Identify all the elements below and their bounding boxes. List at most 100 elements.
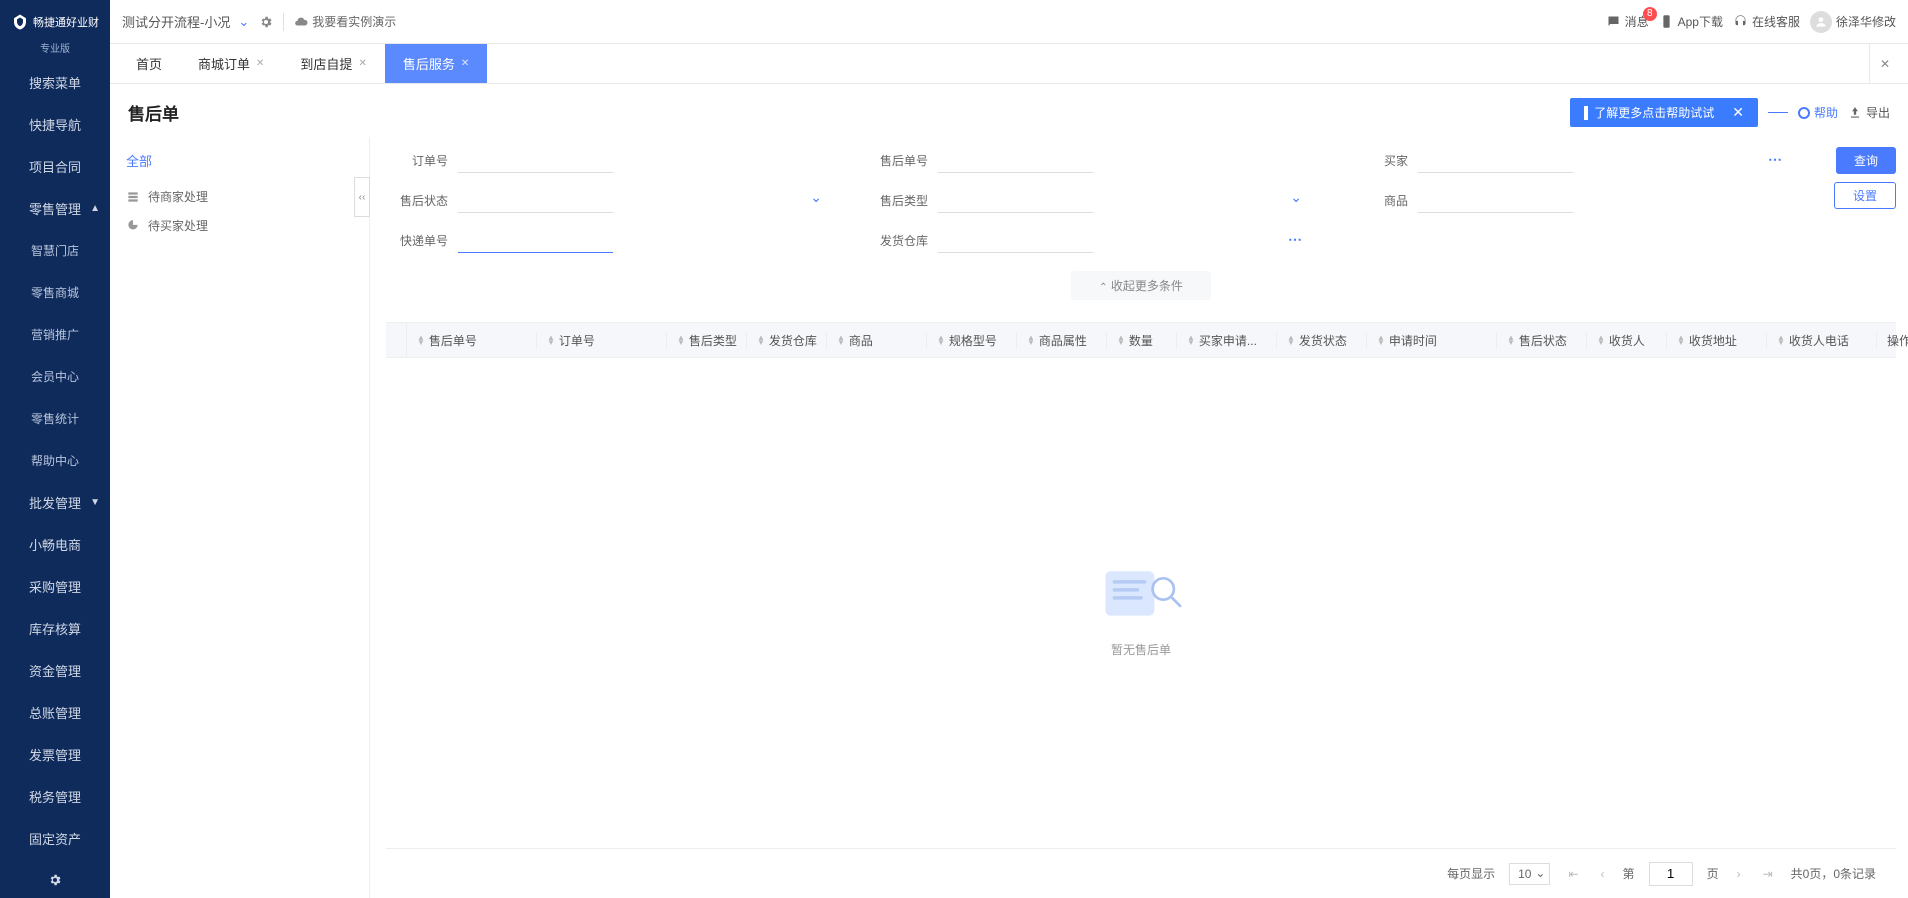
page-size-select[interactable]: 10 xyxy=(1509,863,1550,885)
sidebar-item-14[interactable]: 资金管理 xyxy=(0,649,110,691)
table-col-8[interactable]: ▲▼买家申请... xyxy=(1177,332,1277,349)
next-page[interactable]: › xyxy=(1733,867,1745,881)
sidebar-item-19[interactable]: 工资 xyxy=(0,859,110,862)
table-col-3[interactable]: ▲▼发货仓库 xyxy=(747,332,827,349)
table-col-12[interactable]: ▲▼收货人 xyxy=(1587,332,1667,349)
sort-icon: ▲▼ xyxy=(1287,335,1295,345)
collapse-conditions[interactable]: ⌃ 收起更多条件 xyxy=(1071,271,1211,300)
sidebar-item-1[interactable]: 快捷导航 xyxy=(0,103,110,145)
sort-icon: ▲▼ xyxy=(1507,335,1515,345)
flow-selector[interactable]: 测试分开流程-小况 ⌄ xyxy=(122,12,249,31)
settings-button[interactable]: 设置 xyxy=(1834,182,1896,209)
table-settings-col[interactable] xyxy=(386,323,407,357)
sidebar-item-10[interactable]: 批发管理▼ xyxy=(0,481,110,523)
close-all-tabs[interactable]: ✕ xyxy=(1869,44,1900,83)
app-download-action[interactable]: App下载 xyxy=(1659,13,1723,30)
tab-0[interactable]: 首页 xyxy=(118,44,180,83)
filter-item: 售后单号 xyxy=(866,147,1306,173)
sidebar-settings[interactable] xyxy=(0,862,110,898)
search-button[interactable]: 查询 xyxy=(1836,147,1896,174)
sidebar: 畅捷通好业财 专业版 搜索菜单快捷导航项目合同零售管理▲智慧门店零售商城营销推广… xyxy=(0,0,110,898)
filter-label: 商品 xyxy=(1346,192,1418,209)
table-col-10[interactable]: ▲▼申请时间 xyxy=(1367,332,1497,349)
close-icon[interactable]: ✕ xyxy=(358,58,366,69)
table-col-4[interactable]: ▲▼商品 xyxy=(827,332,927,349)
last-page[interactable]: ⇥ xyxy=(1759,867,1777,881)
table-col-6[interactable]: ▲▼商品属性 xyxy=(1017,332,1107,349)
demo-link[interactable]: 我要看实例演示 xyxy=(294,13,396,30)
filter-input[interactable] xyxy=(938,227,1093,253)
tab-3[interactable]: 售后服务✕ xyxy=(385,44,487,83)
filter-label: 售后类型 xyxy=(866,192,938,209)
sidebar-item-4[interactable]: 智慧门店 xyxy=(0,229,110,271)
brand-edition: 专业版 xyxy=(0,40,110,55)
col-label: 收货人电话 xyxy=(1789,332,1849,349)
sidebar-item-11[interactable]: 小畅电商 xyxy=(0,523,110,565)
collapse-left-panel[interactable]: ‹‹ xyxy=(354,177,370,217)
table-col-11[interactable]: ▲▼售后状态 xyxy=(1497,332,1587,349)
sidebar-item-7[interactable]: 会员中心 xyxy=(0,355,110,397)
filter-input[interactable] xyxy=(1418,187,1573,213)
sidebar-menu: 搜索菜单快捷导航项目合同零售管理▲智慧门店零售商城营销推广会员中心零售统计帮助中… xyxy=(0,61,110,862)
table-col-14[interactable]: ▲▼收货人电话 xyxy=(1767,332,1877,349)
tab-1[interactable]: 商城订单 ✕ xyxy=(180,44,282,83)
tab-2[interactable]: 到店自提✕ xyxy=(282,44,384,83)
table-col-2[interactable]: ▲▼售后类型 xyxy=(667,332,747,349)
user-name: 徐泽华修改 xyxy=(1836,13,1896,30)
sidebar-item-12[interactable]: 采购管理 xyxy=(0,565,110,607)
close-icon[interactable]: ✕ xyxy=(461,58,469,69)
export-link[interactable]: 导出 xyxy=(1848,104,1890,121)
sidebar-item-13[interactable]: 库存核算 xyxy=(0,607,110,649)
prev-page[interactable]: ‹ xyxy=(1597,867,1609,881)
brand-icon xyxy=(11,13,29,31)
table-col-9[interactable]: ▲▼发货状态 xyxy=(1277,332,1367,349)
table-col-1[interactable]: ▲▼订单号 xyxy=(537,332,667,349)
online-service-action[interactable]: 在线客服 xyxy=(1733,13,1800,30)
status-icon xyxy=(126,190,140,204)
sort-icon: ▲▼ xyxy=(1377,335,1385,345)
sidebar-item-6[interactable]: 营销推广 xyxy=(0,313,110,355)
filter-all[interactable]: 全部 xyxy=(118,147,361,174)
sidebar-item-3[interactable]: 零售管理▲ xyxy=(0,187,110,229)
sidebar-item-16[interactable]: 发票管理 xyxy=(0,733,110,775)
messages-action[interactable]: 消息 8 xyxy=(1606,13,1649,30)
col-label: 售后单号 xyxy=(429,332,477,349)
status-filter-0[interactable]: 待商家处理 xyxy=(118,182,361,211)
filter-input[interactable] xyxy=(458,187,613,213)
table-col-15[interactable]: 操作 xyxy=(1877,332,1908,349)
sidebar-item-17[interactable]: 税务管理 xyxy=(0,775,110,817)
sidebar-item-5[interactable]: 零售商城 xyxy=(0,271,110,313)
status-filter-1[interactable]: 待买家处理 xyxy=(118,211,361,240)
sidebar-item-0[interactable]: 搜索菜单 xyxy=(0,61,110,103)
sort-icon: ▲▼ xyxy=(1027,335,1035,345)
help-link[interactable]: 帮助 xyxy=(1798,104,1838,121)
sidebar-item-9[interactable]: 帮助中心 xyxy=(0,439,110,481)
page-label-pre: 第 xyxy=(1623,865,1635,882)
close-icon[interactable]: ✕ xyxy=(256,58,264,69)
page-input[interactable] xyxy=(1649,862,1693,886)
close-icon[interactable]: ✕ xyxy=(1732,104,1744,121)
sidebar-item-8[interactable]: 零售统计 xyxy=(0,397,110,439)
tab-label: 首页 xyxy=(136,54,162,73)
brand-logo: 畅捷通好业财 xyxy=(0,0,110,44)
table-col-13[interactable]: ▲▼收货地址 xyxy=(1667,332,1767,349)
filter-item: 快递单号 xyxy=(386,227,826,253)
first-page[interactable]: ⇤ xyxy=(1564,867,1582,881)
user-menu[interactable]: 徐泽华修改 xyxy=(1810,11,1896,33)
phone-icon xyxy=(1659,14,1674,29)
filter-input[interactable] xyxy=(458,147,613,173)
sidebar-item-2[interactable]: 项目合同 xyxy=(0,145,110,187)
table-col-0[interactable]: ▲▼售后单号 xyxy=(407,332,537,349)
table-col-7[interactable]: ▲▼数量 xyxy=(1107,332,1177,349)
sidebar-item-18[interactable]: 固定资产 xyxy=(0,817,110,859)
brand-name: 畅捷通好业财 xyxy=(33,14,99,30)
gear-icon[interactable] xyxy=(259,15,273,29)
filter-input[interactable] xyxy=(938,147,1093,173)
sidebar-item-15[interactable]: 总账管理 xyxy=(0,691,110,733)
app-download-label: App下载 xyxy=(1678,13,1723,30)
filter-input[interactable] xyxy=(938,187,1093,213)
filter-input[interactable] xyxy=(458,227,613,253)
table-col-5[interactable]: ▲▼规格型号 xyxy=(927,332,1017,349)
tab-label: 商城订单 xyxy=(198,54,250,73)
filter-input[interactable] xyxy=(1418,147,1573,173)
